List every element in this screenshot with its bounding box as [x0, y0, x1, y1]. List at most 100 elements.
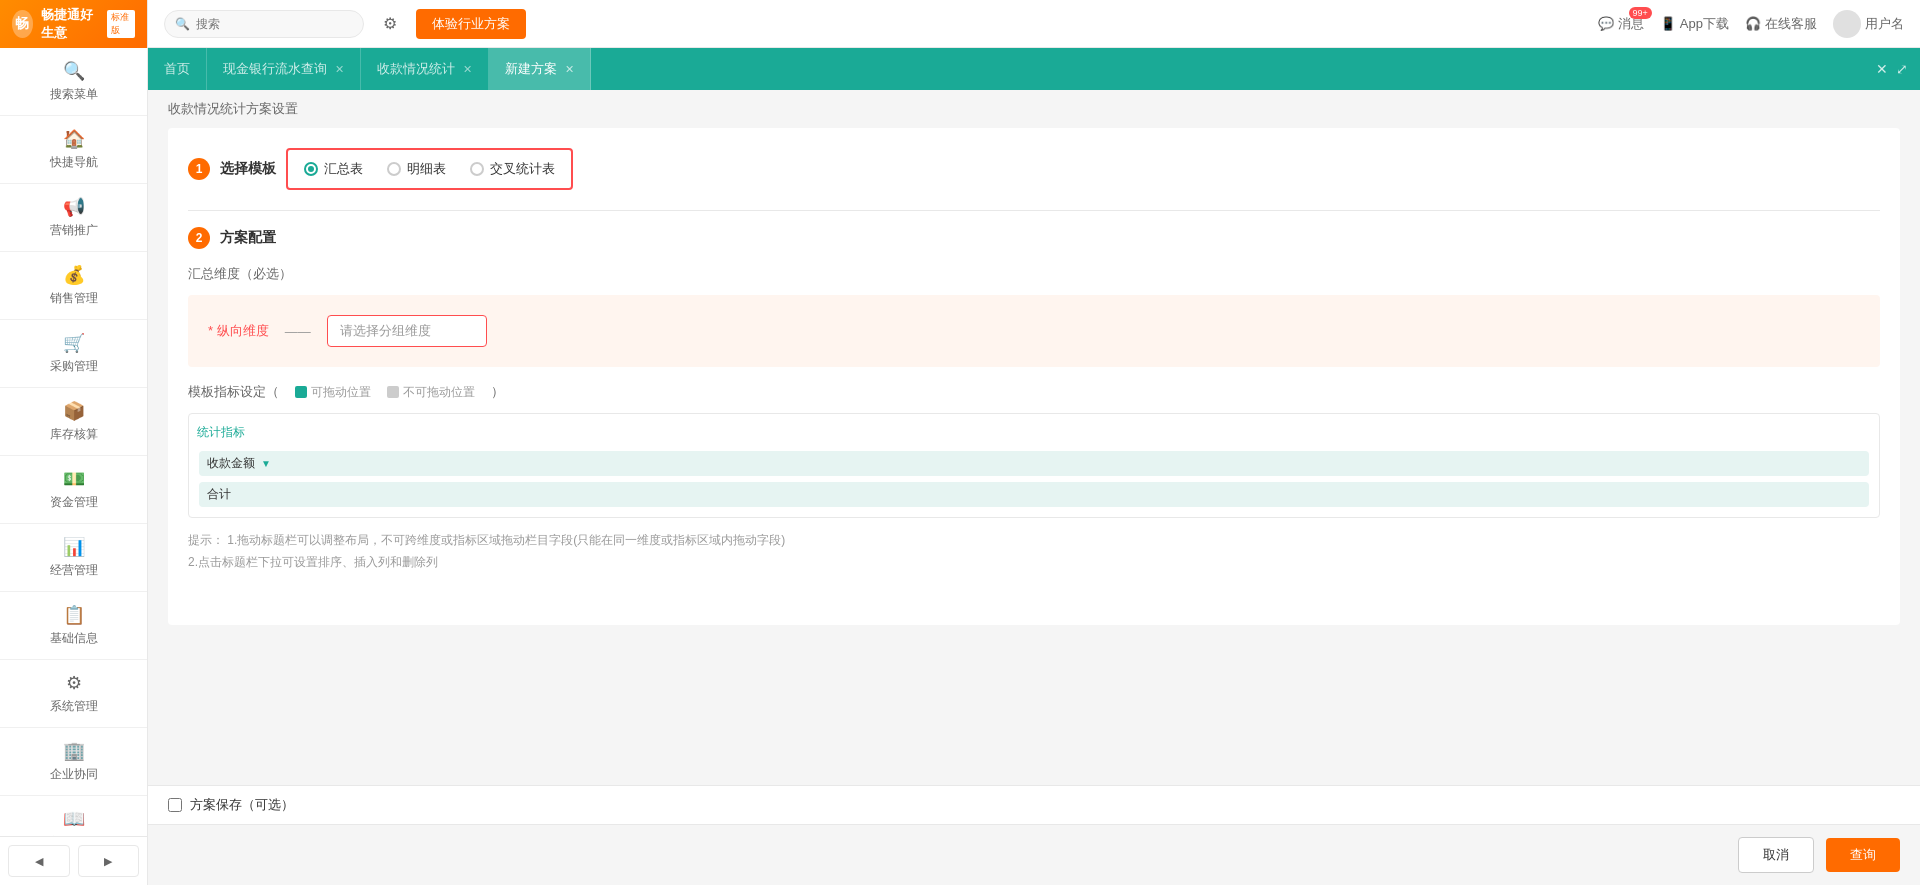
save-label: 方案保存（可选） — [190, 796, 294, 814]
tab-new-plan-close[interactable]: ✕ — [565, 63, 574, 76]
query-button[interactable]: 查询 — [1826, 838, 1900, 872]
action-footer: 取消 查询 — [148, 824, 1920, 885]
tabbar-actions: ✕ ⤢ — [1864, 48, 1920, 90]
sidebar-bottom-right[interactable]: ▶ — [78, 845, 140, 877]
step1-section: 1 选择模板 汇总表 明细表 — [188, 148, 1880, 190]
industry-btn[interactable]: 体验行业方案 — [416, 9, 526, 39]
app-download-btn[interactable]: 📱 App下载 — [1660, 15, 1729, 33]
online-service-label: 在线客服 — [1765, 15, 1817, 33]
sidebar-item-label: 基础信息 — [50, 630, 98, 647]
metrics-section: 模板指标设定（ 可拖动位置 不可拖动位置 ） — [188, 383, 1880, 518]
tab-payment[interactable]: 收款情况统计 ✕ — [361, 48, 489, 90]
sidebar-item-label: 系统管理 — [50, 698, 98, 715]
sidebar-item-label: 经营管理 — [50, 562, 98, 579]
step1-title: 选择模板 — [220, 160, 276, 178]
radio-detail[interactable]: 明细表 — [387, 160, 446, 178]
online-service-btn[interactable]: 🎧 在线客服 — [1745, 15, 1817, 33]
step2-number: 2 — [188, 227, 210, 249]
sidebar-item-search[interactable]: 🔍 搜索菜单 — [0, 48, 147, 116]
online-service-icon: 🎧 — [1745, 16, 1761, 31]
dimension-select[interactable]: 请选择分组维度 — [327, 315, 487, 347]
notification-icon: 💬 — [1598, 16, 1614, 31]
notification-badge: 99+ — [1629, 7, 1652, 19]
step1-header: 1 选择模板 汇总表 明细表 — [188, 148, 1880, 190]
sidebar-item-purchase[interactable]: 🛒 采购管理 — [0, 320, 147, 388]
sidebar-item-label: 营销推广 — [50, 222, 98, 239]
cancel-button[interactable]: 取消 — [1738, 837, 1814, 873]
topbar-right: 💬 消息 99+ 📱 App下载 🎧 在线客服 用户名 — [1598, 10, 1904, 38]
stat-item-payment[interactable]: 收款金额 ▼ — [199, 451, 1869, 476]
search-input[interactable] — [196, 17, 353, 31]
sidebar-logo: 畅 畅捷通好生意 标准版 — [0, 0, 147, 48]
non-draggable-indicator: 不可拖动位置 — [387, 384, 475, 401]
radio-cross-label: 交叉统计表 — [490, 160, 555, 178]
metrics-config-label: 模板指标设定（ 可拖动位置 不可拖动位置 ） — [188, 383, 1880, 401]
tip-line-2: 2.点击标题栏下拉可设置排序、插入列和删除列 — [188, 552, 1880, 574]
template-options: 汇总表 明细表 交叉统计表 — [286, 148, 573, 190]
radio-cross[interactable]: 交叉统计表 — [470, 160, 555, 178]
stat-group: 统计指标 收款金额 ▼ 合计 — [189, 414, 1879, 517]
draggable-indicator: 可拖动位置 — [295, 384, 371, 401]
tab-new-plan[interactable]: 新建方案 ✕ — [489, 48, 591, 90]
content-body: 1 选择模板 汇总表 明细表 — [148, 128, 1920, 785]
tab-payment-close[interactable]: ✕ — [463, 63, 472, 76]
tab-cashflow-label: 现金银行流水查询 — [223, 60, 327, 78]
non-draggable-label: 不可拖动位置 — [403, 384, 475, 401]
finance-icon: 💵 — [63, 468, 85, 490]
tabbar: 首页 现金银行流水查询 ✕ 收款情况统计 ✕ 新建方案 ✕ ✕ ⤢ — [148, 48, 1920, 90]
sidebar-item-inventory[interactable]: 📦 库存核算 — [0, 388, 147, 456]
sidebar-bottom-left[interactable]: ◀ — [8, 845, 70, 877]
sidebar-item-enterprise[interactable]: 🏢 企业协同 — [0, 728, 147, 796]
stat-subtotal: 合计 — [199, 482, 1869, 507]
sidebar-item-system[interactable]: ⚙ 系统管理 — [0, 660, 147, 728]
radio-detail-label: 明细表 — [407, 160, 446, 178]
sales-icon: 💰 — [63, 264, 85, 286]
sidebar-item-operations[interactable]: 📊 经营管理 — [0, 524, 147, 592]
tab-home[interactable]: 首页 — [148, 48, 207, 90]
radio-summary[interactable]: 汇总表 — [304, 160, 363, 178]
drag-badge-green — [295, 386, 307, 398]
sidebar-item-guide[interactable]: 📖 新手引导 — [0, 796, 147, 836]
sidebar-item-marketing[interactable]: 📢 营销推广 — [0, 184, 147, 252]
sidebar: 畅 畅捷通好生意 标准版 🔍 搜索菜单 🏠 快捷导航 📢 营销推广 💰 销售管理… — [0, 0, 148, 885]
summary-dimension-label: 汇总维度（必选） — [188, 265, 1880, 283]
radio-cross-input[interactable] — [470, 162, 484, 176]
tab-new-plan-label: 新建方案 — [505, 60, 557, 78]
settings-icon[interactable]: ⚙ — [376, 10, 404, 38]
sidebar-nav: 🔍 搜索菜单 🏠 快捷导航 📢 营销推广 💰 销售管理 🛒 采购管理 📦 库存核… — [0, 48, 147, 836]
tab-cashflow-close[interactable]: ✕ — [335, 63, 344, 76]
metrics-table: 统计指标 收款金额 ▼ 合计 — [188, 413, 1880, 518]
sidebar-item-label: 企业协同 — [50, 766, 98, 783]
drag-badge-gray — [387, 386, 399, 398]
save-checkbox[interactable] — [168, 798, 182, 812]
notification-btn[interactable]: 💬 消息 99+ — [1598, 15, 1644, 33]
sidebar-item-label: 销售管理 — [50, 290, 98, 307]
tab-minimize-icon[interactable]: ✕ — [1876, 61, 1888, 77]
step2-section: 2 方案配置 汇总维度（必选） * 纵向维度 —— 请选择分组维度 — [188, 227, 1880, 585]
stat-dropdown-icon[interactable]: ▼ — [261, 458, 271, 469]
sidebar-item-finance[interactable]: 💵 资金管理 — [0, 456, 147, 524]
tip-line-1: 提示： 1.拖动标题栏可以调整布局，不可跨维度或指标区域拖动栏目字段(只能在同一… — [188, 530, 1880, 552]
search-box[interactable]: 🔍 — [164, 10, 364, 38]
sidebar-item-quicknav[interactable]: 🏠 快捷导航 — [0, 116, 147, 184]
sidebar-item-label: 库存核算 — [50, 426, 98, 443]
tab-home-label: 首页 — [164, 60, 190, 78]
app-download-label: App下载 — [1680, 15, 1729, 33]
content-area: 收款情况统计方案设置 1 选择模板 汇总表 — [148, 90, 1920, 885]
system-icon: ⚙ — [66, 672, 82, 694]
sidebar-item-label: 采购管理 — [50, 358, 98, 375]
step2-title: 方案配置 — [220, 229, 276, 247]
tab-cashflow[interactable]: 现金银行流水查询 ✕ — [207, 48, 361, 90]
sidebar-item-basic-info[interactable]: 📋 基础信息 — [0, 592, 147, 660]
main-area: 🔍 ⚙ 体验行业方案 💬 消息 99+ 📱 App下载 🎧 在线客服 用户名 — [148, 0, 1920, 885]
radio-detail-input[interactable] — [387, 162, 401, 176]
radio-summary-input[interactable] — [304, 162, 318, 176]
user-name: 用户名 — [1865, 15, 1904, 33]
breadcrumb: 收款情况统计方案设置 — [148, 90, 1920, 128]
sidebar-item-sales[interactable]: 💰 销售管理 — [0, 252, 147, 320]
tab-maximize-icon[interactable]: ⤢ — [1896, 61, 1908, 77]
sidebar-item-label: 资金管理 — [50, 494, 98, 511]
sidebar-item-label: 搜索菜单 — [50, 86, 98, 103]
user-btn[interactable]: 用户名 — [1833, 10, 1904, 38]
content-footer: 方案保存（可选） — [148, 785, 1920, 824]
